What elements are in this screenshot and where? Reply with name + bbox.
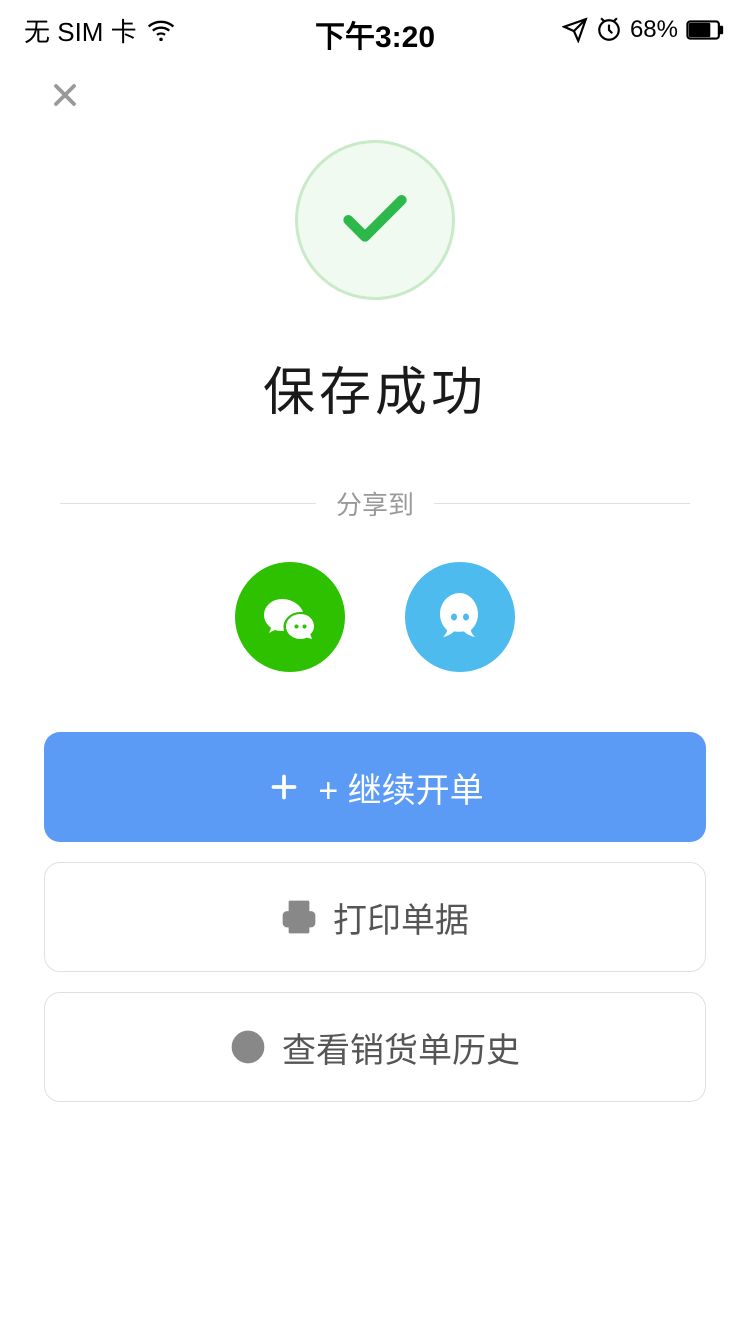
status-time: 下午3:20 bbox=[315, 12, 435, 56]
battery-percent: 68% bbox=[630, 16, 678, 44]
status-left: 无 SIM 卡 bbox=[24, 12, 175, 49]
main-content: 保存成功 分享到 bbox=[0, 60, 750, 1102]
history-button[interactable]: 查看销货单历史 bbox=[44, 992, 706, 1102]
continue-label: + 继续开单 bbox=[318, 763, 483, 812]
status-right: 68% bbox=[562, 16, 726, 44]
share-icons bbox=[235, 562, 515, 672]
battery-icon bbox=[686, 19, 726, 41]
sim-status: 无 SIM 卡 bbox=[24, 12, 137, 49]
alarm-icon bbox=[596, 17, 622, 43]
success-title: 保存成功 bbox=[263, 350, 487, 425]
print-label: 打印单据 bbox=[333, 893, 469, 942]
share-section: 分享到 bbox=[0, 485, 750, 672]
success-icon-circle bbox=[295, 140, 455, 300]
wifi-icon bbox=[147, 16, 175, 44]
share-divider: 分享到 bbox=[0, 485, 750, 522]
wechat-share-button[interactable] bbox=[235, 562, 345, 672]
continue-button[interactable]: + 继续开单 bbox=[44, 732, 706, 842]
print-icon bbox=[281, 899, 317, 935]
share-label: 分享到 bbox=[316, 485, 434, 522]
history-icon bbox=[230, 1029, 266, 1065]
qq-icon bbox=[428, 585, 492, 649]
location-icon bbox=[562, 17, 588, 43]
action-buttons: + 继续开单 打印单据 查看销货单历史 bbox=[0, 732, 750, 1102]
plus-icon bbox=[266, 769, 302, 805]
print-button[interactable]: 打印单据 bbox=[44, 862, 706, 972]
wechat-icon bbox=[258, 585, 322, 649]
status-bar: 无 SIM 卡 下午3:20 68% bbox=[0, 0, 750, 60]
qq-share-button[interactable] bbox=[405, 562, 515, 672]
close-button[interactable] bbox=[40, 70, 90, 120]
history-label: 查看销货单历史 bbox=[282, 1023, 520, 1072]
